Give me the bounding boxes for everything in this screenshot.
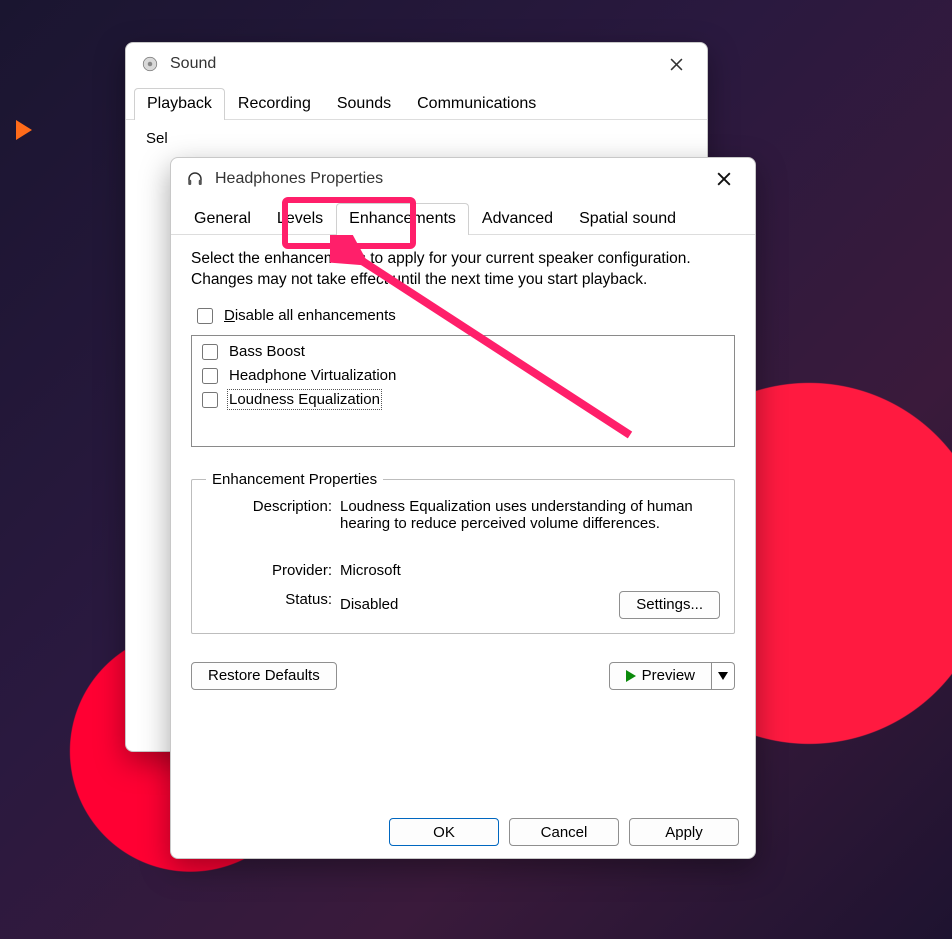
headphones-icon [185, 169, 205, 189]
props-tab-spatial[interactable]: Spatial sound [566, 203, 689, 235]
prop-description-value: Loudness Equalization uses understanding… [340, 498, 720, 532]
disable-all-label: Disable all enhancements [224, 307, 396, 324]
chevron-down-icon [718, 672, 728, 680]
sound-tab-sounds[interactable]: Sounds [324, 88, 404, 120]
enhancement-label: Headphone Virtualization [229, 367, 396, 384]
sound-tabs: Playback Recording Sounds Communications [126, 87, 707, 120]
props-close-button[interactable] [703, 164, 745, 194]
sound-content-area: Sel [126, 120, 707, 157]
preview-dropdown-button[interactable] [712, 662, 735, 690]
prop-description-label: Description: [206, 498, 336, 515]
enhancement-label: Bass Boost [229, 343, 305, 360]
wallpaper-accent-shape [16, 120, 32, 140]
preview-label: Preview [642, 667, 695, 684]
restore-defaults-button[interactable]: Restore Defaults [191, 662, 337, 690]
speaker-icon [140, 54, 160, 74]
props-titlebar[interactable]: Headphones Properties [171, 158, 755, 200]
props-tab-general[interactable]: General [181, 203, 264, 235]
sound-partial-text: Sel [146, 130, 168, 147]
sound-tab-recording[interactable]: Recording [225, 88, 324, 120]
enhancement-checkbox[interactable] [202, 368, 218, 384]
dialog-footer: OK Cancel Apply [171, 818, 755, 846]
sound-tab-communications[interactable]: Communications [404, 88, 549, 120]
disable-all-enhancements[interactable]: Disable all enhancements [193, 305, 733, 327]
ok-button[interactable]: OK [389, 818, 499, 846]
enhancements-description: Select the enhancements to apply for you… [191, 249, 735, 291]
enhancement-properties-legend: Enhancement Properties [206, 471, 383, 488]
apply-button[interactable]: Apply [629, 818, 739, 846]
props-tabs: General Levels Enhancements Advanced Spa… [171, 202, 755, 235]
props-tab-advanced[interactable]: Advanced [469, 203, 566, 235]
enhancements-content: Select the enhancements to apply for you… [171, 235, 755, 708]
prop-provider-label: Provider: [206, 562, 336, 579]
cancel-button[interactable]: Cancel [509, 818, 619, 846]
enhancement-checkbox[interactable] [202, 344, 218, 360]
headphones-properties-window: Headphones Properties General Levels Enh… [170, 157, 756, 859]
enhancement-item-headphone-virtualization[interactable]: Headphone Virtualization [198, 364, 728, 388]
props-title-text: Headphones Properties [215, 170, 383, 188]
props-tab-enhancements[interactable]: Enhancements [336, 203, 469, 235]
enhancement-properties-group: Enhancement Properties Description: Loud… [191, 471, 735, 634]
prop-provider-value: Microsoft [340, 562, 720, 579]
desktop-background: Sound Playback Recording Sounds Communic… [0, 0, 952, 939]
enhancement-item-loudness-equalization[interactable]: Loudness Equalization [198, 388, 728, 412]
sound-close-button[interactable] [655, 49, 697, 79]
prop-status-value: Disabled [340, 596, 398, 613]
props-tab-levels[interactable]: Levels [264, 203, 336, 235]
enhancements-list[interactable]: Bass Boost Headphone Virtualization Loud… [191, 335, 735, 447]
enhancement-label: Loudness Equalization [229, 391, 380, 408]
prop-status-label: Status: [206, 591, 336, 608]
sound-titlebar[interactable]: Sound [126, 43, 707, 85]
sound-title-text: Sound [170, 55, 216, 73]
play-icon [626, 670, 636, 682]
sound-tab-playback[interactable]: Playback [134, 88, 225, 120]
enhancement-item-bass-boost[interactable]: Bass Boost [198, 340, 728, 364]
preview-split-button[interactable]: Preview [609, 662, 735, 690]
enhancement-checkbox[interactable] [202, 392, 218, 408]
settings-button[interactable]: Settings... [619, 591, 720, 619]
disable-all-checkbox[interactable] [197, 308, 213, 324]
preview-button[interactable]: Preview [609, 662, 712, 690]
restore-label: Restore Defaults [208, 667, 320, 684]
